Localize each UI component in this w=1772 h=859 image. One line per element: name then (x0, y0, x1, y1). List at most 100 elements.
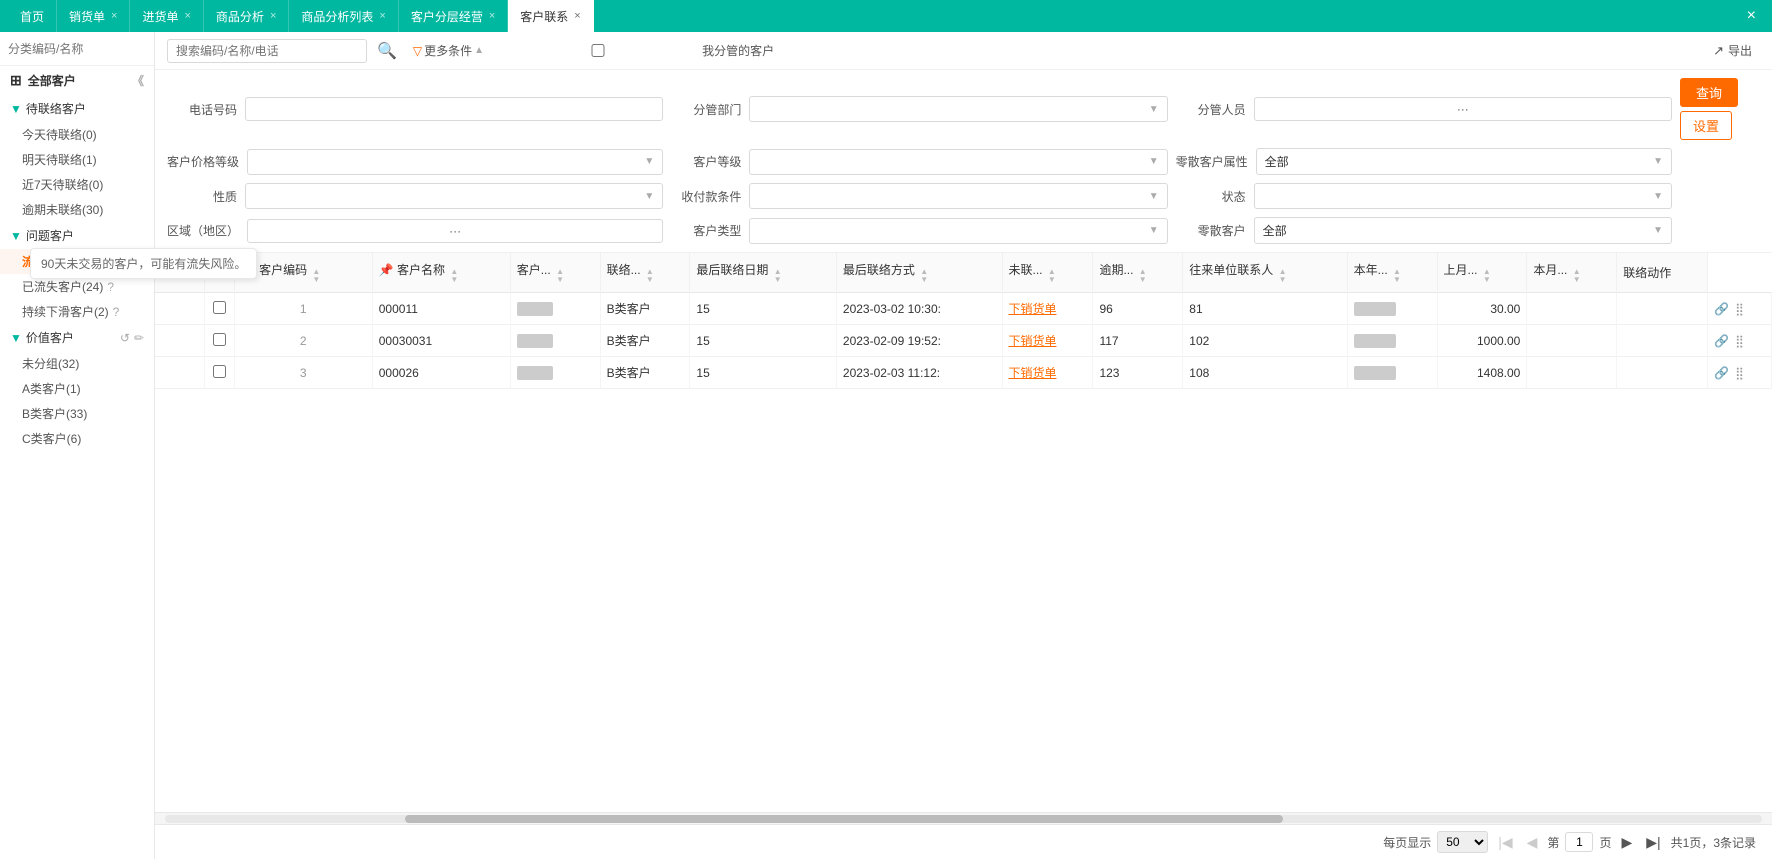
status-select[interactable]: ▼ (1254, 183, 1672, 209)
code-sort[interactable]: ▲▼ (312, 268, 320, 284)
row-checkbox-1[interactable] (213, 333, 226, 346)
this-year-sort[interactable]: ▲▼ (1393, 268, 1401, 284)
last-month-col-header[interactable]: 上月... ▲▼ (1437, 253, 1527, 293)
nav-tab-home[interactable]: 首页 (8, 0, 57, 32)
search-button[interactable]: 🔍 (375, 39, 399, 63)
phone-input[interactable] (245, 97, 663, 121)
filter-retail-attr: 零散客户属性 全部 ▼ (1176, 148, 1672, 175)
row-last-method[interactable]: 下销货单 (1002, 357, 1093, 389)
my-customers-checkbox[interactable] (498, 44, 698, 57)
price-level-select[interactable]: ▼ (247, 149, 663, 175)
scrollbar-thumb[interactable] (405, 815, 1283, 823)
first-page-button[interactable]: |◀ (1494, 834, 1516, 851)
last-page-button[interactable]: ▶| (1642, 834, 1664, 851)
last-date-col-header[interactable]: 最后联络日期 ▲▼ (690, 253, 836, 293)
row-checkbox-2[interactable] (213, 365, 226, 378)
page-label: 第 (1547, 834, 1559, 851)
refresh-icon[interactable]: ↺ (120, 331, 130, 345)
sidebar-group-value[interactable]: ▼ 价值客户 ↺ ✏ (0, 324, 154, 351)
manager-dots-button[interactable]: ··· (1254, 97, 1672, 121)
sidebar-all-customers[interactable]: ⊞ 全部客户 《 (0, 66, 154, 95)
sidebar-item-class-a[interactable]: A类客户(1) (0, 376, 154, 401)
more-conditions-button[interactable]: ▽ 更多条件 ▲ (407, 38, 490, 63)
sidebar-item-tomorrow[interactable]: 明天待联络(1) (0, 147, 154, 172)
nav-tab-analysis[interactable]: 商品分析 × (204, 0, 289, 32)
filter-nature: 性质 ▼ (167, 183, 663, 209)
retail-select[interactable]: 全部 ▼ (1254, 217, 1672, 244)
prev-page-button[interactable]: ◀ (1523, 834, 1542, 851)
retail-attr-select[interactable]: 全部 ▼ (1256, 148, 1672, 175)
contact2-sort[interactable]: ▲▼ (1279, 268, 1287, 284)
nav-tab-customer-contact-close[interactable]: × (574, 10, 580, 22)
search-input[interactable] (167, 39, 367, 63)
type-col-header[interactable]: 客户... ▲▼ (510, 253, 600, 293)
overdue-sort[interactable]: ▲▼ (1139, 268, 1147, 284)
last-method-sort[interactable]: ▲▼ (920, 268, 928, 284)
contact-sort[interactable]: ▲▼ (646, 268, 654, 284)
type-sort[interactable]: ▲▼ (556, 268, 564, 284)
action-icon-link[interactable]: 🔗 (1714, 366, 1729, 380)
this-month-col-header[interactable]: 本月... ▲▼ (1527, 253, 1617, 293)
nav-tab-purchase-close[interactable]: × (184, 10, 190, 22)
sidebar-item-class-b[interactable]: B类客户(33) (0, 401, 154, 426)
this-month-sort[interactable]: ▲▼ (1573, 268, 1581, 284)
contact-col-header[interactable]: 联络... ▲▼ (600, 253, 690, 293)
sidebar-item-overdue[interactable]: 逾期未联络(30) (0, 197, 154, 222)
settings-button[interactable]: 设置 (1680, 111, 1732, 140)
last-date-sort[interactable]: ▲▼ (774, 268, 782, 284)
my-customers-checkbox-container[interactable]: 我分管的客户 (498, 42, 774, 59)
payment-select[interactable]: ▼ (749, 183, 1167, 209)
nav-tab-sales[interactable]: 销货单 × (57, 0, 130, 32)
this-year-col-header[interactable]: 本年... ▲▼ (1347, 253, 1437, 293)
row-last-method[interactable]: 下销货单 (1002, 293, 1093, 325)
contact2-col-header[interactable]: 往来单位联系人 ▲▼ (1183, 253, 1347, 293)
filter-status: 状态 ▼ (1176, 183, 1672, 209)
main-layout: 🔍 ⊞ 全部客户 《 ▼ 待联络客户 今天待联络(0) 明天待联络(1) 近7天… (0, 32, 1772, 859)
name-sort[interactable]: ▲▼ (450, 268, 458, 284)
sidebar-item-declining[interactable]: 持续下滑客户(2) ? (0, 299, 154, 324)
region-dots-button[interactable]: ··· (247, 219, 663, 243)
sidebar-search-input[interactable] (8, 42, 155, 56)
last-method-col-header[interactable]: 最后联络方式 ▲▼ (836, 253, 1002, 293)
next-page-button[interactable]: ▶ (1617, 834, 1636, 851)
action-icon-more[interactable]: ⣿ (1735, 334, 1744, 348)
horizontal-scrollbar[interactable] (155, 812, 1772, 824)
sidebar-item-ungrouped[interactable]: 未分组(32) (0, 351, 154, 376)
nature-select[interactable]: ▼ (245, 183, 663, 209)
action-icon-link[interactable]: 🔗 (1714, 334, 1729, 348)
uncontacted-col-header[interactable]: 未联... ▲▼ (1002, 253, 1093, 293)
row-checkbox-0[interactable] (213, 301, 226, 314)
nav-tab-customer-segment-close[interactable]: × (489, 10, 495, 22)
customer-type-select[interactable]: ▼ (749, 218, 1167, 244)
per-page-select[interactable]: 50 100 200 (1437, 831, 1488, 853)
sidebar-group-pending[interactable]: ▼ 待联络客户 (0, 95, 154, 122)
sidebar-group-problem[interactable]: ▼ 问题客户 (0, 222, 154, 249)
nav-tab-analysis-close[interactable]: × (270, 10, 276, 22)
nav-tab-sales-close[interactable]: × (111, 10, 117, 22)
uncontacted-sort[interactable]: ▲▼ (1048, 268, 1056, 284)
sidebar-item-today[interactable]: 今天待联络(0) (0, 122, 154, 147)
row-type: B类客户 (600, 293, 690, 325)
customer-level-select[interactable]: ▼ (749, 149, 1167, 175)
dept-select[interactable]: ▼ (749, 96, 1167, 122)
row-last-method[interactable]: 下销货单 (1002, 325, 1093, 357)
action-icon-link[interactable]: 🔗 (1714, 302, 1729, 316)
edit-icon[interactable]: ✏ (134, 331, 144, 345)
nav-tab-customer-contact[interactable]: 客户联系 × (508, 0, 593, 32)
payment-arrow-icon: ▼ (1149, 191, 1159, 202)
nav-tab-analysis-list[interactable]: 商品分析列表 × (289, 0, 398, 32)
query-button[interactable]: 查询 (1680, 78, 1738, 107)
nav-tab-analysis-list-close[interactable]: × (379, 10, 385, 22)
action-icon-more[interactable]: ⣿ (1735, 302, 1744, 316)
last-month-sort[interactable]: ▲▼ (1483, 268, 1491, 284)
nav-tab-purchase[interactable]: 进货单 × (130, 0, 203, 32)
sidebar-item-class-c[interactable]: C类客户(6) (0, 426, 154, 451)
sidebar-item-7days[interactable]: 近7天待联络(0) (0, 172, 154, 197)
window-close-button[interactable]: × (1739, 7, 1764, 25)
overdue-col-header[interactable]: 逾期... ▲▼ (1093, 253, 1183, 293)
action-icon-more[interactable]: ⣿ (1735, 366, 1744, 380)
row-action: 🔗 ⣿ (1708, 357, 1772, 389)
nav-tab-customer-segment[interactable]: 客户分层经营 × (399, 0, 508, 32)
name-col-header[interactable]: 📌 客户名称 ▲▼ (372, 253, 510, 293)
export-button[interactable]: ↗ 导出 (1705, 38, 1760, 63)
